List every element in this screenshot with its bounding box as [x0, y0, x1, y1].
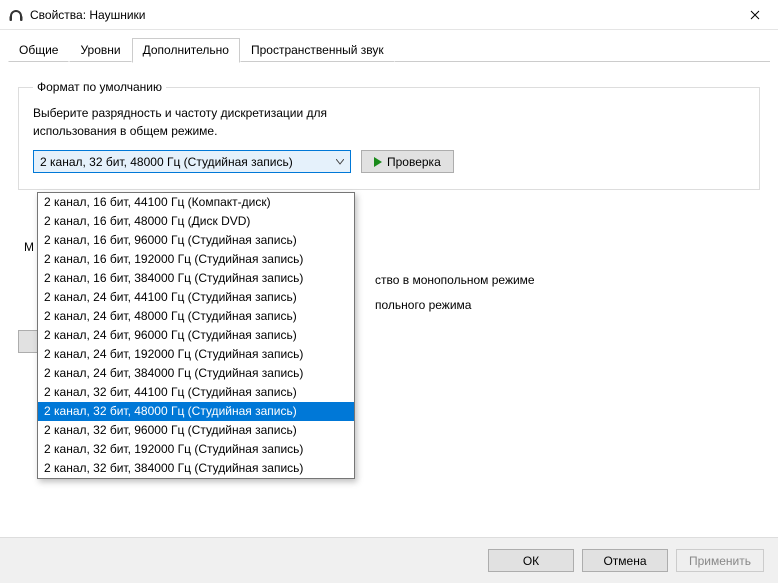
- format-option[interactable]: 2 канал, 32 бит, 44100 Гц (Студийная зап…: [38, 383, 354, 402]
- format-option[interactable]: 2 канал, 24 бит, 384000 Гц (Студийная за…: [38, 364, 354, 383]
- button-label: Проверка: [387, 155, 441, 169]
- cancel-button[interactable]: Отмена: [582, 549, 668, 572]
- format-option[interactable]: 2 канал, 16 бит, 192000 Гц (Студийная за…: [38, 250, 354, 269]
- format-option[interactable]: 2 канал, 32 бит, 384000 Гц (Студийная за…: [38, 459, 354, 478]
- apply-button[interactable]: Применить: [676, 549, 764, 572]
- tab-bar: Общие Уровни Дополнительно Пространствен…: [0, 38, 778, 62]
- tab-label: Уровни: [80, 43, 120, 57]
- close-button[interactable]: [732, 0, 778, 30]
- chevron-down-icon: [330, 159, 350, 165]
- format-option[interactable]: 2 канал, 16 бит, 44100 Гц (Компакт-диск): [38, 193, 354, 212]
- group-legend: Формат по умолчанию: [33, 80, 166, 94]
- format-option[interactable]: 2 канал, 16 бит, 48000 Гц (Диск DVD): [38, 212, 354, 231]
- format-option[interactable]: 2 канал, 24 бит, 44100 Гц (Студийная зап…: [38, 288, 354, 307]
- play-icon: [374, 157, 382, 167]
- tab-levels[interactable]: Уровни: [69, 38, 131, 62]
- tab-label: Общие: [19, 43, 58, 57]
- button-label: ОК: [523, 554, 539, 568]
- close-icon: [750, 10, 760, 20]
- button-label: Применить: [689, 554, 751, 568]
- format-option[interactable]: 2 канал, 16 бит, 96000 Гц (Студийная зап…: [38, 231, 354, 250]
- format-option[interactable]: 2 канал, 16 бит, 384000 Гц (Студийная за…: [38, 269, 354, 288]
- tab-general[interactable]: Общие: [8, 38, 69, 62]
- combobox-value: 2 канал, 32 бит, 48000 Гц (Студийная зап…: [34, 155, 330, 169]
- titlebar: Свойства: Наушники: [0, 0, 778, 30]
- format-option[interactable]: 2 канал, 32 бит, 192000 Гц (Студийная за…: [38, 440, 354, 459]
- format-combobox[interactable]: 2 канал, 32 бит, 48000 Гц (Студийная зап…: [33, 150, 351, 173]
- tab-label: Дополнительно: [143, 43, 229, 57]
- test-button[interactable]: Проверка: [361, 150, 454, 173]
- obscured-text: М: [24, 240, 34, 254]
- tab-advanced[interactable]: Дополнительно: [132, 38, 240, 63]
- format-option[interactable]: 2 канал, 24 бит, 48000 Гц (Студийная зап…: [38, 307, 354, 326]
- headphones-icon: [8, 7, 24, 23]
- desc-line: использования в общем режиме.: [33, 122, 745, 140]
- format-option[interactable]: 2 канал, 32 бит, 96000 Гц (Студийная зап…: [38, 421, 354, 440]
- default-format-group: Формат по умолчанию Выберите разрядность…: [18, 80, 760, 190]
- tab-label: Пространственный звук: [251, 43, 384, 57]
- format-dropdown-list: 2 канал, 16 бит, 44100 Гц (Компакт-диск)…: [37, 192, 355, 479]
- ok-button[interactable]: ОК: [488, 549, 574, 572]
- desc-line: Выберите разрядность и частоту дискретиз…: [33, 104, 745, 122]
- button-label: Отмена: [603, 554, 646, 568]
- format-option[interactable]: 2 канал, 24 бит, 96000 Гц (Студийная зап…: [38, 326, 354, 345]
- tab-spatial-sound[interactable]: Пространственный звук: [240, 38, 395, 62]
- window-title: Свойства: Наушники: [30, 8, 732, 22]
- format-option[interactable]: 2 канал, 24 бит, 192000 Гц (Студийная за…: [38, 345, 354, 364]
- obscured-text: польного режима: [375, 298, 471, 312]
- format-option[interactable]: 2 канал, 32 бит, 48000 Гц (Студийная зап…: [38, 402, 354, 421]
- obscured-text: ство в монопольном режиме: [375, 273, 535, 287]
- dialog-footer: ОК Отмена Применить: [0, 537, 778, 583]
- group-description: Выберите разрядность и частоту дискретиз…: [33, 104, 745, 140]
